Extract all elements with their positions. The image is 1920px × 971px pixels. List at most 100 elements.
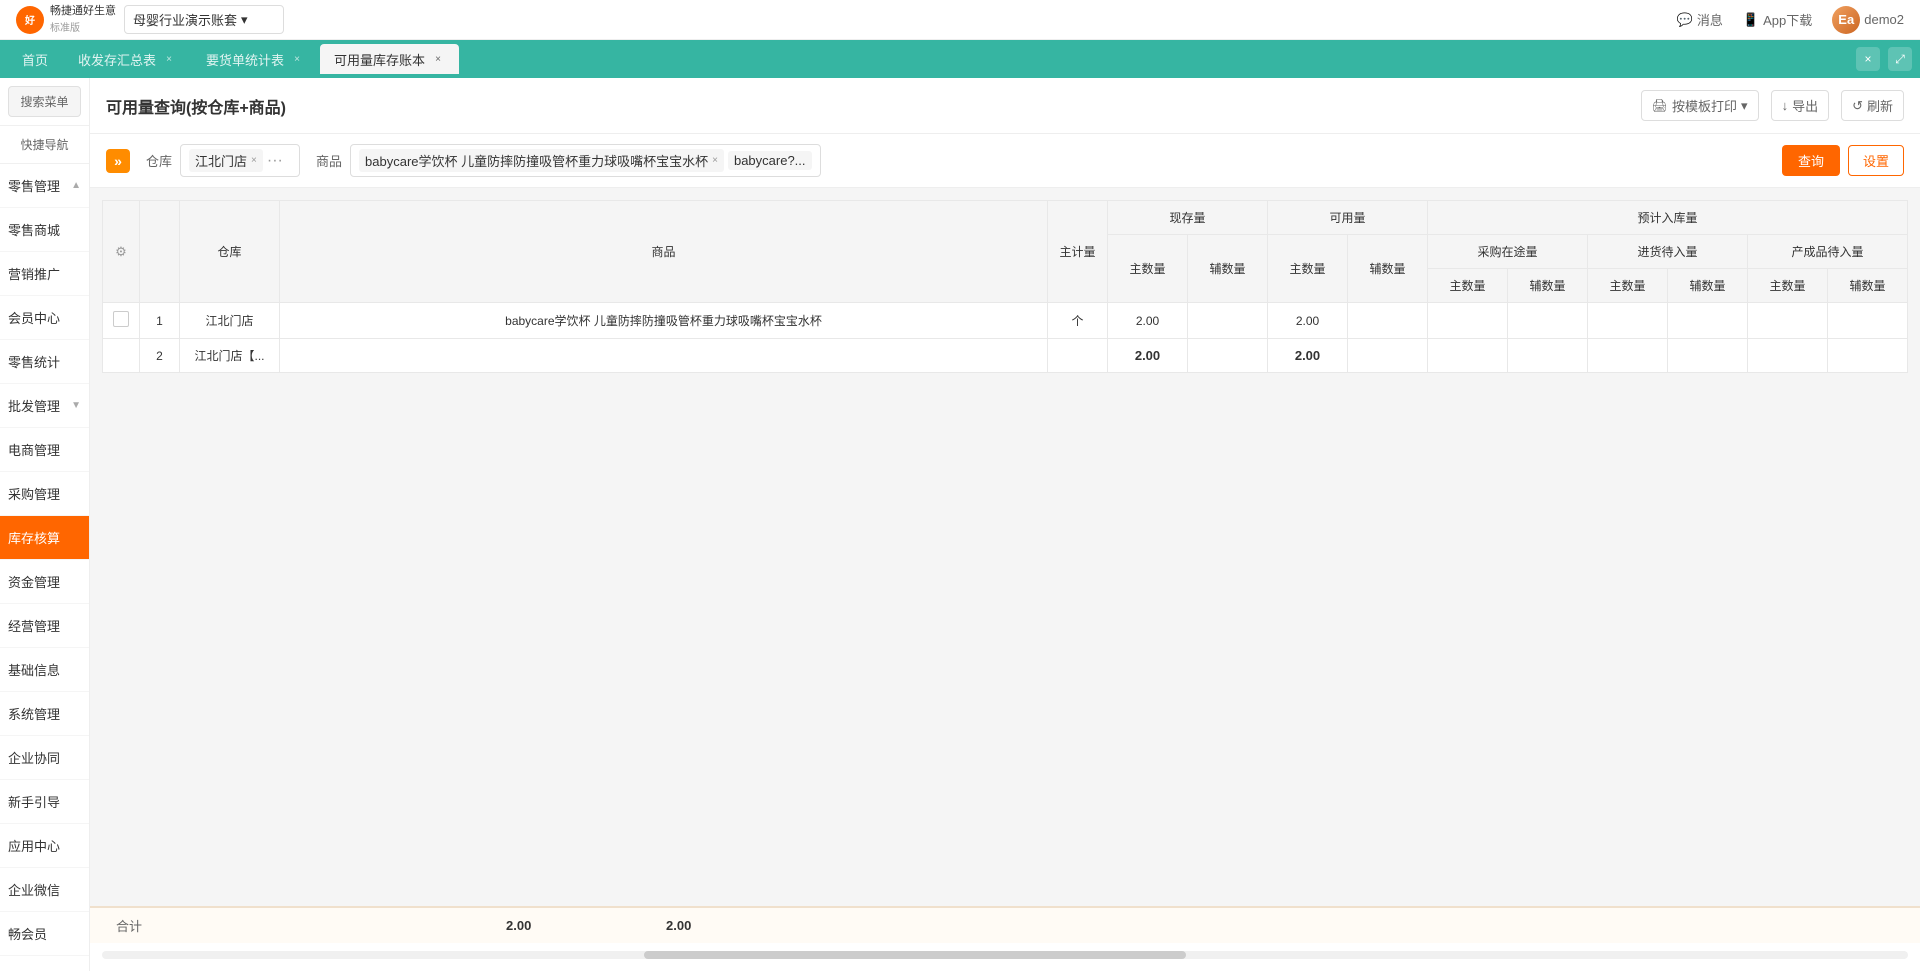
sidebar-item-marketing[interactable]: 营销推广 — [0, 252, 89, 296]
td-warehouse-2: 江北门店【... — [180, 339, 280, 373]
export-btn[interactable]: ↓ 导出 — [1771, 90, 1830, 121]
tab-home[interactable]: 首页 — [8, 44, 62, 74]
query-btn[interactable]: 查询 — [1782, 145, 1840, 176]
footer-current-main: 2.00 — [506, 918, 586, 933]
sidebar-item-vip-member[interactable]: 畅会员 — [0, 912, 89, 956]
product-filter-input[interactable]: babycare学饮杯 儿童防摔防撞吸管杯重力球吸嘴杯宝宝水杯 × babyca… — [350, 144, 820, 177]
th-production-main: 主数量 — [1748, 269, 1828, 303]
td-avail-aux-1 — [1348, 303, 1428, 339]
sidebar-item-enterprise-wechat[interactable]: 企业微信 — [0, 868, 89, 912]
th-current-aux: 辅数量 — [1188, 235, 1268, 303]
top-bar-left: 好 畅捷通好生意 标准版 母婴行业演示账套 ▾ — [16, 5, 284, 34]
sidebar-item-new-guide[interactable]: 新手引导 — [0, 780, 89, 824]
logo-text-area: 畅捷通好生意 标准版 — [50, 5, 116, 33]
search-menu-btn[interactable]: 搜索菜单 — [8, 86, 81, 117]
product-filter-label: 商品 — [316, 151, 342, 170]
sidebar-item-member-center-label: 会员中心 — [8, 308, 60, 327]
tab-avail-stock[interactable]: 可用量库存账本 × — [320, 44, 459, 74]
th-incoming-main: 主数量 — [1588, 269, 1668, 303]
product-tag-2: babycare?... — [728, 151, 812, 170]
td-pt-aux-1 — [1508, 303, 1588, 339]
refresh-btn[interactable]: ↺ 刷新 — [1841, 90, 1904, 121]
main-layout: 搜索菜单 快捷导航 零售管理 ▲ 零售商城 营销推广 会员中心 零售统计 批发管… — [0, 78, 1920, 971]
td-avail-main-2: 2.00 — [1268, 339, 1348, 373]
sidebar-item-inventory-check-label: 库存核算 — [8, 528, 60, 547]
sidebar-item-member-center[interactable]: 会员中心 — [0, 296, 89, 340]
top-bar-right: 💬 消息 📱 App下载 Ea demo2 — [1677, 6, 1904, 34]
tab-receive-pay[interactable]: 收发存汇总表 × — [64, 44, 190, 74]
table-settings-icon[interactable]: ⚙ — [115, 244, 127, 259]
td-pp-aux-2 — [1828, 339, 1908, 373]
sidebar-item-basic-info[interactable]: 基础信息 — [0, 648, 89, 692]
horizontal-scrollbar-track[interactable] — [102, 951, 1908, 959]
th-current-stock-group: 现存量 — [1108, 201, 1268, 235]
td-avail-main-1: 2.00 — [1268, 303, 1348, 339]
sidebar-item-purchase-mgmt-label: 采购管理 — [8, 484, 60, 503]
th-no — [140, 201, 180, 303]
sidebar-item-enterprise-collab-label: 企业协同 — [8, 748, 60, 767]
tab-receive-pay-close[interactable]: × — [162, 52, 176, 66]
th-available-group: 可用量 — [1268, 201, 1428, 235]
filter-toggle-btn[interactable]: » — [106, 149, 130, 173]
td-pp-main-1 — [1748, 303, 1828, 339]
sidebar-item-wholesale-mgmt[interactable]: 批发管理 ▼ — [0, 384, 89, 428]
product-tag-1-close[interactable]: × — [712, 155, 718, 166]
maximize-btn[interactable]: ⤢ — [1888, 47, 1912, 71]
close-all-btn[interactable]: × — [1856, 47, 1880, 71]
sidebar-item-purchase-mgmt[interactable]: 采购管理 — [0, 472, 89, 516]
table-row: 2 江北门店【... 2.00 2.00 — [103, 339, 1908, 373]
nav-tabs: 首页 收发存汇总表 × 要货单统计表 × 可用量库存账本 × × ⤢ — [0, 40, 1920, 78]
sidebar-item-system-mgmt[interactable]: 系统管理 — [0, 692, 89, 736]
content-area: 可用量查询(按仓库+商品) 🖨 按模板打印 ▾ ↓ 导出 ↺ 刷新 » — [90, 78, 1920, 971]
dropdown-arrow-icon: ▾ — [241, 12, 248, 28]
td-checkbox — [103, 303, 140, 339]
template-print-btn[interactable]: 🖨 按模板打印 ▾ — [1641, 90, 1759, 121]
message-btn[interactable]: 💬 消息 — [1677, 10, 1723, 29]
td-pp-main-2 — [1748, 339, 1828, 373]
company-dropdown[interactable]: 母婴行业演示账套 ▾ — [124, 5, 284, 34]
warehouse-filter-input[interactable]: 江北门店 × ··· — [180, 144, 300, 177]
td-no-2: 2 — [140, 339, 180, 373]
td-ip-aux-2 — [1668, 339, 1748, 373]
page-title: 可用量查询(按仓库+商品) — [106, 94, 286, 118]
td-pt-main-1 — [1428, 303, 1508, 339]
tab-receive-pay-label: 收发存汇总表 — [78, 50, 156, 69]
sidebar-item-enterprise-collab[interactable]: 企业协同 — [0, 736, 89, 780]
export-label: 导出 — [1792, 96, 1818, 115]
table-row: 1 江北门店 babycare学饮杯 儿童防摔防撞吸管杯重力球吸嘴杯宝宝水杯 个… — [103, 303, 1908, 339]
tab-order-stat[interactable]: 要货单统计表 × — [192, 44, 318, 74]
horizontal-scrollbar-thumb[interactable] — [644, 951, 1186, 959]
sidebar-item-vip-member-label: 畅会员 — [8, 924, 47, 943]
quick-nav-btn[interactable]: 快捷导航 — [0, 126, 89, 164]
th-production-aux: 辅数量 — [1828, 269, 1908, 303]
warehouse-tag-label: 江北门店 — [195, 151, 247, 170]
sidebar-item-app-center[interactable]: 应用中心 — [0, 824, 89, 868]
company-name: 母婴行业演示账套 — [133, 10, 237, 29]
table-wrapper: ⚙ 仓库 商品 主计量 现存量 可用量 预计入库量 主数量 辅数量 主数量 — [90, 188, 1920, 906]
tab-avail-stock-close[interactable]: × — [431, 52, 445, 66]
sidebar-item-ecommerce[interactable]: 电商管理 — [0, 428, 89, 472]
sidebar-item-inventory-check[interactable]: 库存核算 — [0, 516, 89, 560]
sidebar-item-retail-mall[interactable]: 零售商城 — [0, 208, 89, 252]
filter-bar: » 仓库 江北门店 × ··· 商品 babycare学饮杯 儿童防摔防撞吸管杯… — [90, 134, 1920, 188]
warehouse-more-icon[interactable]: ··· — [267, 152, 283, 170]
td-current-aux-2 — [1188, 339, 1268, 373]
row-checkbox[interactable] — [113, 311, 129, 327]
sidebar-item-operations[interactable]: 经营管理 — [0, 604, 89, 648]
th-available-aux: 辅数量 — [1348, 235, 1428, 303]
sidebar-item-finance-mgmt-label: 资金管理 — [8, 572, 60, 591]
th-purchase-transit-group: 采购在途量 — [1428, 235, 1588, 269]
app-download-icon: 📱 — [1743, 12, 1759, 28]
sidebar-item-retail-mgmt[interactable]: 零售管理 ▲ — [0, 164, 89, 208]
settings-btn[interactable]: 设置 — [1848, 145, 1904, 176]
user-area[interactable]: Ea demo2 — [1832, 6, 1904, 34]
sidebar-item-retail-stat[interactable]: 零售统计 — [0, 340, 89, 384]
td-pt-aux-2 — [1508, 339, 1588, 373]
app-download-btn[interactable]: 📱 App下载 — [1743, 10, 1812, 29]
refresh-icon: ↺ — [1852, 98, 1863, 114]
warehouse-tag-close[interactable]: × — [251, 155, 257, 166]
sidebar-item-finance-mgmt[interactable]: 资金管理 — [0, 560, 89, 604]
data-table: ⚙ 仓库 商品 主计量 现存量 可用量 预计入库量 主数量 辅数量 主数量 — [102, 200, 1908, 373]
tab-order-stat-close[interactable]: × — [290, 52, 304, 66]
product-tag-1-label: babycare学饮杯 儿童防摔防撞吸管杯重力球吸嘴杯宝宝水杯 — [365, 151, 708, 170]
